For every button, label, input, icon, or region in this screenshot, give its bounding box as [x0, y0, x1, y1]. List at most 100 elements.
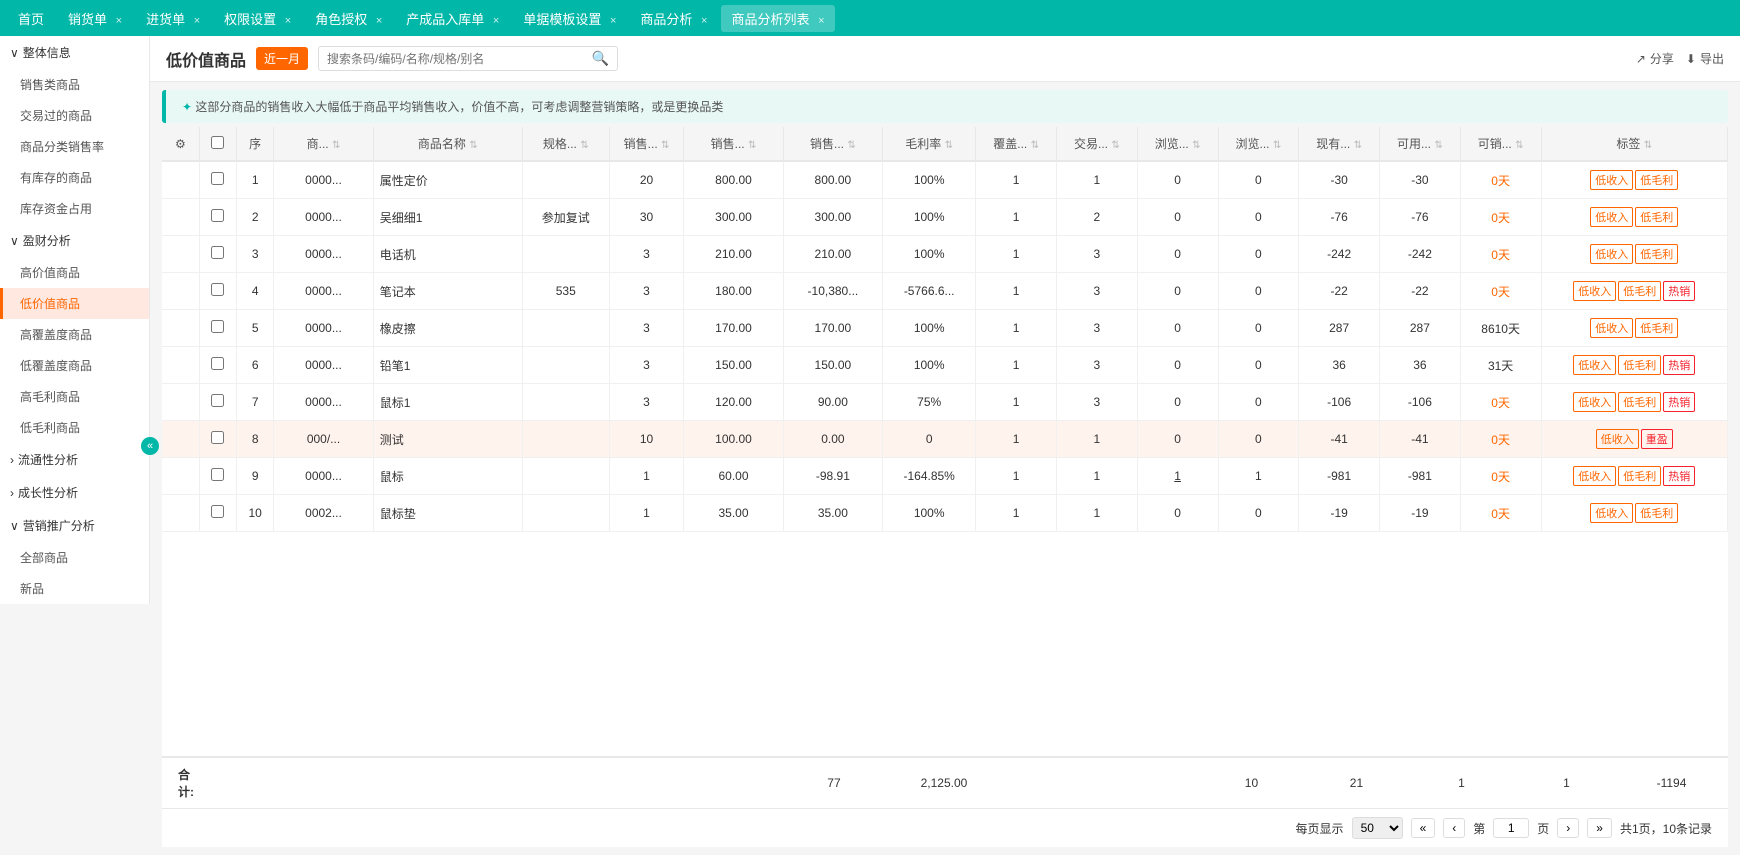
sidebar-item-all-products[interactable]: 全部商品 — [0, 542, 149, 573]
nav-item-analysis[interactable]: 商品分析 × — [630, 5, 717, 32]
per-page-select[interactable]: 50 20 100 — [1352, 817, 1403, 839]
collapse-sidebar-btn[interactable]: « — [141, 437, 159, 455]
row-checkbox-7[interactable] — [211, 431, 224, 444]
select-all-checkbox[interactable] — [211, 136, 224, 149]
sidebar-item-low-margin[interactable]: 低毛利商品 — [0, 412, 149, 443]
tag-低收入: 低收入 — [1590, 207, 1633, 227]
cell-checkbox[interactable] — [199, 458, 236, 495]
col-c2[interactable]: 交易... ⇅ — [1057, 127, 1138, 161]
sidebar-group-overall[interactable]: ∨ 整体信息 — [0, 36, 149, 69]
tag-热销: 热销 — [1663, 466, 1695, 486]
row-checkbox-6[interactable] — [211, 394, 224, 407]
cell-settings — [162, 236, 199, 273]
nav-item-purchase[interactable]: 进货单 × — [136, 5, 210, 32]
share-button[interactable]: ↗ 分享 — [1636, 50, 1674, 67]
col-settings[interactable]: ⚙ — [162, 127, 199, 161]
cell-settings — [162, 384, 199, 421]
cell-checkbox[interactable] — [199, 347, 236, 384]
sidebar-group-marketing[interactable]: ∨ 营销推广分析 — [0, 509, 149, 542]
prev-page-btn[interactable]: ‹ — [1443, 818, 1465, 838]
sidebar-item-sales-products[interactable]: 销售类商品 — [0, 69, 149, 100]
sidebar-item-high-coverage[interactable]: 高覆盖度商品 — [0, 319, 149, 350]
col-tags[interactable]: 标签 ⇅ — [1541, 127, 1728, 161]
nav-item-template[interactable]: 单据模板设置 × — [513, 5, 626, 32]
nav-item-roles[interactable]: 角色授权 × — [305, 5, 392, 32]
pagination: 每页显示 50 20 100 « ‹ 第 页 › » 共1页，10条记录 — [162, 808, 1728, 847]
cell-s1: 3 — [609, 310, 684, 347]
col-b1[interactable]: 浏览... ⇅ — [1137, 127, 1218, 161]
row-checkbox-1[interactable] — [211, 209, 224, 222]
cell-n2: -22 — [1380, 273, 1461, 310]
first-page-btn[interactable]: « — [1411, 818, 1436, 838]
col-checkbox[interactable] — [199, 127, 236, 161]
sidebar-item-traded[interactable]: 交易过的商品 — [0, 100, 149, 131]
sidebar-item-low-coverage[interactable]: 低覆盖度商品 — [0, 350, 149, 381]
row-checkbox-0[interactable] — [211, 172, 224, 185]
col-b2[interactable]: 浏览... ⇅ — [1218, 127, 1299, 161]
cell-checkbox[interactable] — [199, 421, 236, 458]
nav-item-analysis-list[interactable]: 商品分析列表 × — [721, 5, 834, 32]
cell-checkbox[interactable] — [199, 310, 236, 347]
col-n2[interactable]: 可用... ⇅ — [1380, 127, 1461, 161]
sidebar-item-high-value[interactable]: 高价值商品 — [0, 257, 149, 288]
search-icon[interactable]: 🔍 — [592, 50, 609, 67]
table-container[interactable]: ⚙ 序 商... ⇅ 商品名称 ⇅ 规格... ⇅ 销售... ⇅ 销售... … — [162, 127, 1728, 756]
sidebar-item-low-value[interactable]: 低价值商品 — [0, 288, 149, 319]
cell-c1: 1 — [976, 495, 1057, 532]
nav-item-home[interactable]: 首页 — [8, 5, 54, 32]
nav-item-sales[interactable]: 销货单 × — [58, 5, 132, 32]
cell-b1[interactable]: 1 — [1137, 458, 1218, 495]
cell-checkbox[interactable] — [199, 236, 236, 273]
col-c1[interactable]: 覆盖... ⇅ — [976, 127, 1057, 161]
col-n1[interactable]: 现有... ⇅ — [1299, 127, 1380, 161]
cell-num: 5 — [237, 310, 274, 347]
cell-checkbox[interactable] — [199, 161, 236, 199]
sidebar-item-inventory-fund[interactable]: 库存资金占用 — [0, 193, 149, 224]
last-page-btn[interactable]: » — [1587, 818, 1612, 838]
col-days[interactable]: 可销... ⇅ — [1460, 127, 1541, 161]
sidebar-item-stocked[interactable]: 有库存的商品 — [0, 162, 149, 193]
search-input[interactable] — [327, 52, 586, 66]
col-code[interactable]: 商... ⇅ — [274, 127, 373, 161]
row-checkbox-3[interactable] — [211, 283, 224, 296]
cell-checkbox[interactable] — [199, 199, 236, 236]
cell-s2: 120.00 — [684, 384, 783, 421]
row-checkbox-5[interactable] — [211, 357, 224, 370]
next-page-btn[interactable]: › — [1557, 818, 1579, 838]
row-checkbox-9[interactable] — [211, 505, 224, 518]
col-s1[interactable]: 销售... ⇅ — [609, 127, 684, 161]
export-button[interactable]: ⬇ 导出 — [1686, 50, 1724, 67]
sidebar-group-growth[interactable]: › 成长性分析 — [0, 476, 149, 509]
cell-code: 0002... — [274, 495, 373, 532]
sidebar-group-flow[interactable]: › 流通性分析 — [0, 443, 149, 476]
cell-c2: 1 — [1057, 495, 1138, 532]
cell-checkbox[interactable] — [199, 273, 236, 310]
col-s4[interactable]: 毛利率 ⇅ — [883, 127, 976, 161]
col-name[interactable]: 商品名称 ⇅ — [373, 127, 522, 161]
row-checkbox-4[interactable] — [211, 320, 224, 333]
cell-b2: 0 — [1218, 273, 1299, 310]
nav-item-permissions[interactable]: 权限设置 × — [214, 5, 301, 32]
cell-settings — [162, 458, 199, 495]
row-checkbox-2[interactable] — [211, 246, 224, 259]
settings-icon[interactable]: ⚙ — [175, 137, 186, 151]
cell-checkbox[interactable] — [199, 495, 236, 532]
cell-s3: 150.00 — [783, 347, 882, 384]
sidebar-group-profit[interactable]: ∨ 盈财分析 — [0, 224, 149, 257]
cell-s3: 90.00 — [783, 384, 882, 421]
sidebar-item-category-rate[interactable]: 商品分类销售率 — [0, 131, 149, 162]
page-input[interactable] — [1493, 818, 1529, 838]
cell-checkbox[interactable] — [199, 384, 236, 421]
col-spec[interactable]: 规格... ⇅ — [522, 127, 609, 161]
cell-s1: 1 — [609, 495, 684, 532]
nav-item-production[interactable]: 产成品入库单 × — [396, 5, 509, 32]
row-checkbox-8[interactable] — [211, 468, 224, 481]
sidebar-item-high-margin[interactable]: 高毛利商品 — [0, 381, 149, 412]
col-s3[interactable]: 销售... ⇅ — [783, 127, 882, 161]
period-button[interactable]: 近一月 — [256, 47, 308, 70]
cell-days: 0天 — [1460, 458, 1541, 495]
sidebar-item-new-products[interactable]: 新品 — [0, 573, 149, 604]
tag-低毛利: 低毛利 — [1618, 392, 1661, 412]
col-s2[interactable]: 销售... ⇅ — [684, 127, 783, 161]
cell-tags: 低收入低毛利 — [1541, 495, 1728, 532]
